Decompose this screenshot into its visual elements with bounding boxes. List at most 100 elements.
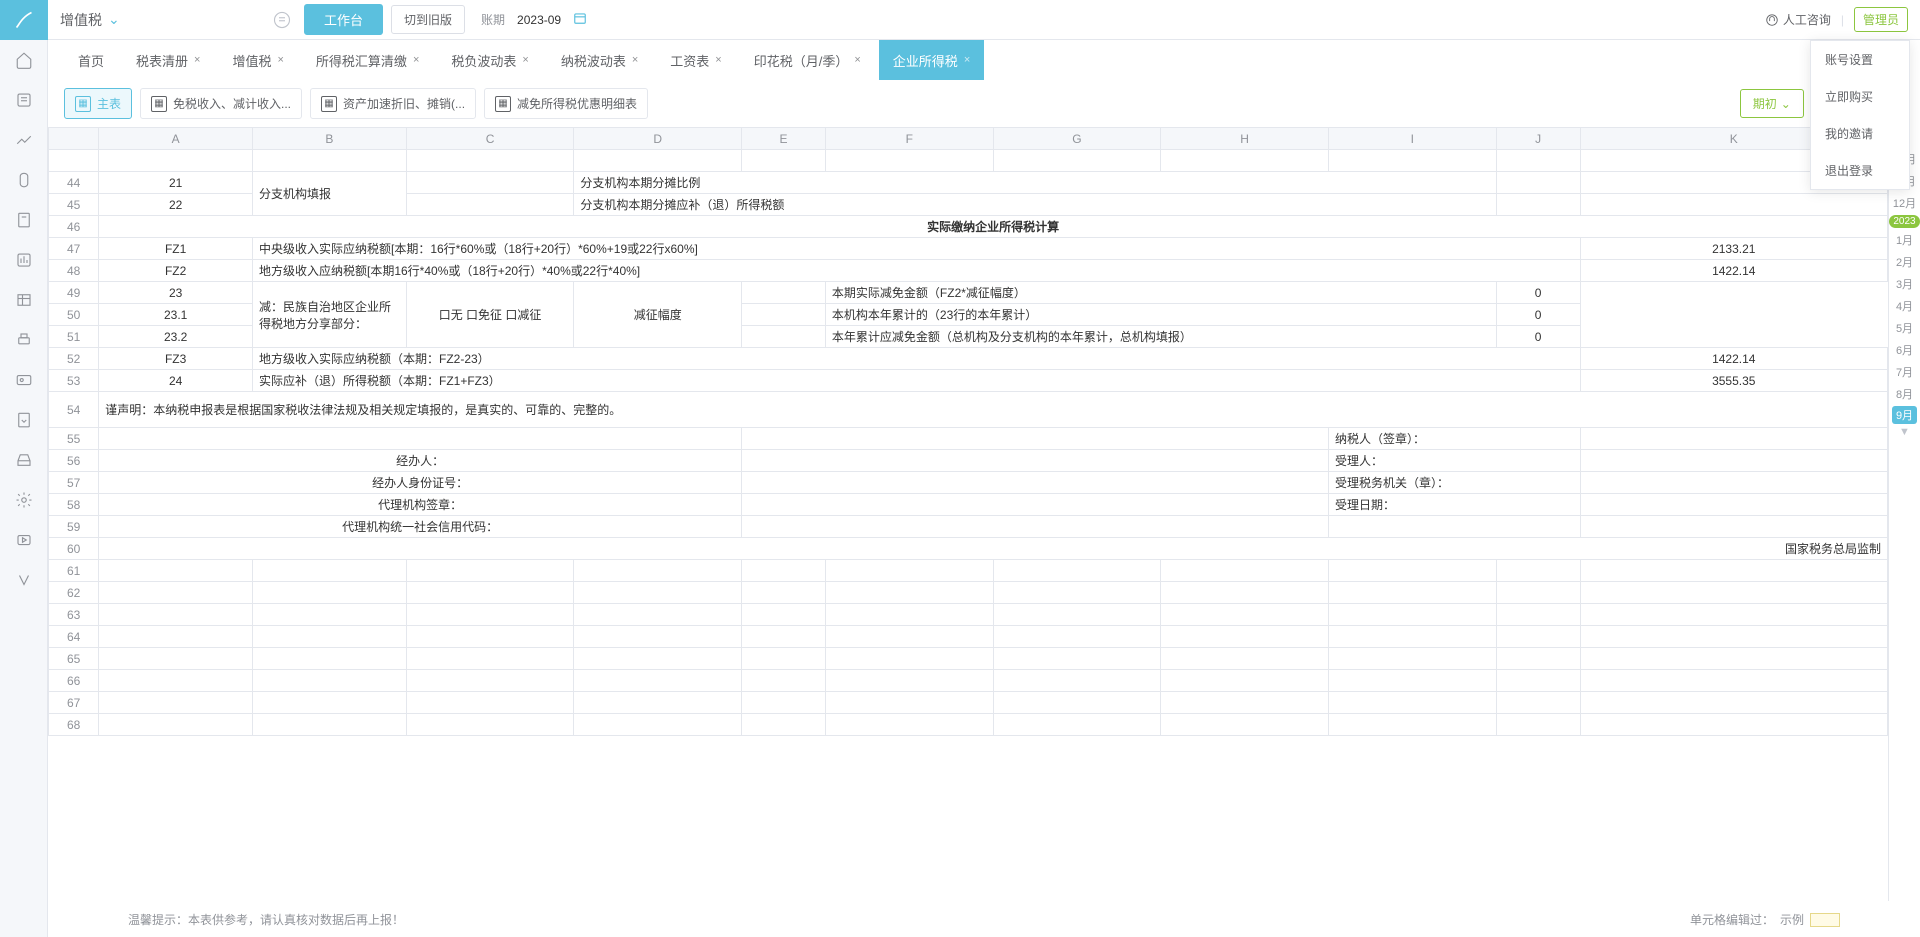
timeline-month[interactable]: 5月: [1896, 318, 1913, 338]
cell[interactable]: 地方级收入实际应纳税额（本期：FZ2-23）: [253, 348, 1581, 370]
cell[interactable]: [742, 560, 826, 582]
cell[interactable]: [742, 648, 826, 670]
cell[interactable]: 24: [99, 370, 253, 392]
cell[interactable]: [99, 560, 253, 582]
tab-3[interactable]: 所得税汇算清缴×: [302, 40, 433, 80]
cell[interactable]: [1580, 194, 1887, 216]
cell[interactable]: [1496, 692, 1580, 714]
cell[interactable]: [1496, 172, 1580, 194]
timeline-month[interactable]: 1月: [1896, 230, 1913, 250]
cell[interactable]: [253, 692, 407, 714]
cell[interactable]: 0: [1496, 304, 1580, 326]
cell[interactable]: 受理人：: [1328, 450, 1580, 472]
nav-book-icon[interactable]: [0, 80, 48, 120]
cell[interactable]: [825, 670, 993, 692]
cell[interactable]: [993, 692, 1161, 714]
cell[interactable]: [993, 582, 1161, 604]
cell[interactable]: 经办人身份证号：: [99, 472, 742, 494]
row-header[interactable]: 58: [49, 494, 99, 516]
nav-home-icon[interactable]: [0, 40, 48, 80]
cell[interactable]: 实际应补（退）所得税额（本期：FZ1+FZ3）: [253, 370, 1581, 392]
cell[interactable]: [1496, 560, 1580, 582]
cell[interactable]: [993, 648, 1161, 670]
cell[interactable]: 经办人：: [99, 450, 742, 472]
timeline-month[interactable]: 7月: [1896, 362, 1913, 382]
col-header-A[interactable]: A: [99, 128, 253, 150]
row-header[interactable]: 61: [49, 560, 99, 582]
cell[interactable]: [742, 428, 1329, 450]
cell[interactable]: 国家税务总局监制: [99, 538, 1888, 560]
subtab-1[interactable]: ▦免税收入、减计收入...: [140, 88, 302, 119]
col-header-E[interactable]: E: [742, 128, 826, 150]
timeline-month[interactable]: 9月: [1892, 406, 1917, 424]
cell[interactable]: 23.1: [99, 304, 253, 326]
cell[interactable]: [742, 150, 826, 172]
timeline-month[interactable]: 2月: [1896, 252, 1913, 272]
cell[interactable]: 1422.14: [1580, 348, 1887, 370]
cell[interactable]: [99, 670, 253, 692]
cell[interactable]: [1161, 692, 1329, 714]
cell[interactable]: [1161, 626, 1329, 648]
cell[interactable]: [253, 560, 407, 582]
cell[interactable]: [1328, 604, 1496, 626]
switch-old-button[interactable]: 切到旧版: [391, 5, 465, 34]
cell[interactable]: [1161, 560, 1329, 582]
cell[interactable]: [1328, 150, 1496, 172]
cell[interactable]: [1580, 604, 1887, 626]
cell[interactable]: [742, 494, 1329, 516]
cell[interactable]: [1328, 670, 1496, 692]
cell[interactable]: [406, 604, 574, 626]
spreadsheet[interactable]: ABCDEFGHIJK4421分支机构填报分支机构本期分摊比例4522分支机构本…: [48, 127, 1888, 901]
cell[interactable]: [1580, 516, 1887, 538]
row-header[interactable]: 56: [49, 450, 99, 472]
cell[interactable]: [742, 604, 826, 626]
cell[interactable]: 代理机构统一社会信用代码：: [99, 516, 742, 538]
cell[interactable]: [1580, 450, 1887, 472]
cell[interactable]: [1496, 150, 1580, 172]
nav-video-icon[interactable]: [0, 520, 48, 560]
cell[interactable]: [1328, 648, 1496, 670]
cell[interactable]: [1161, 150, 1329, 172]
cell[interactable]: 23.2: [99, 326, 253, 348]
col-header-G[interactable]: G: [993, 128, 1161, 150]
cell[interactable]: [993, 714, 1161, 736]
nav-money-icon[interactable]: [0, 160, 48, 200]
tab-4[interactable]: 税负波动表×: [437, 40, 542, 80]
nav-v-icon[interactable]: [0, 560, 48, 600]
cell[interactable]: [825, 560, 993, 582]
cell[interactable]: [253, 670, 407, 692]
cell[interactable]: [1580, 428, 1887, 450]
cell[interactable]: [1580, 714, 1887, 736]
col-header-C[interactable]: C: [406, 128, 574, 150]
cell[interactable]: [99, 428, 742, 450]
cell[interactable]: [1328, 560, 1496, 582]
cell[interactable]: 受理日期：: [1328, 494, 1580, 516]
cell[interactable]: 分支机构本期分摊应补（退）所得税额: [574, 194, 1496, 216]
cell[interactable]: [574, 150, 742, 172]
row-header[interactable]: [49, 150, 99, 172]
tab-1[interactable]: 税表清册×: [122, 40, 214, 80]
nav-inbox-icon[interactable]: [0, 440, 48, 480]
cell[interactable]: [742, 450, 1329, 472]
cell[interactable]: [406, 150, 574, 172]
cell[interactable]: [993, 150, 1161, 172]
cell[interactable]: [253, 150, 407, 172]
cell[interactable]: [574, 582, 742, 604]
close-icon[interactable]: ×: [632, 54, 638, 66]
cell[interactable]: 3555.35: [1580, 370, 1887, 392]
tab-7[interactable]: 印花税（月/季）×: [740, 40, 875, 80]
cell[interactable]: 口无 口免征 口减征: [406, 282, 574, 348]
cell[interactable]: [253, 626, 407, 648]
cell[interactable]: [99, 150, 253, 172]
col-header-F[interactable]: F: [825, 128, 993, 150]
cell[interactable]: [99, 604, 253, 626]
col-header-B[interactable]: B: [253, 128, 407, 150]
cell[interactable]: [742, 692, 826, 714]
cell[interactable]: [825, 582, 993, 604]
nav-export-icon[interactable]: [0, 400, 48, 440]
timeline-month[interactable]: 12月: [1893, 193, 1916, 213]
cell[interactable]: [825, 626, 993, 648]
nav-card-icon[interactable]: [0, 360, 48, 400]
tab-5[interactable]: 纳税波动表×: [547, 40, 652, 80]
cell[interactable]: [1580, 648, 1887, 670]
